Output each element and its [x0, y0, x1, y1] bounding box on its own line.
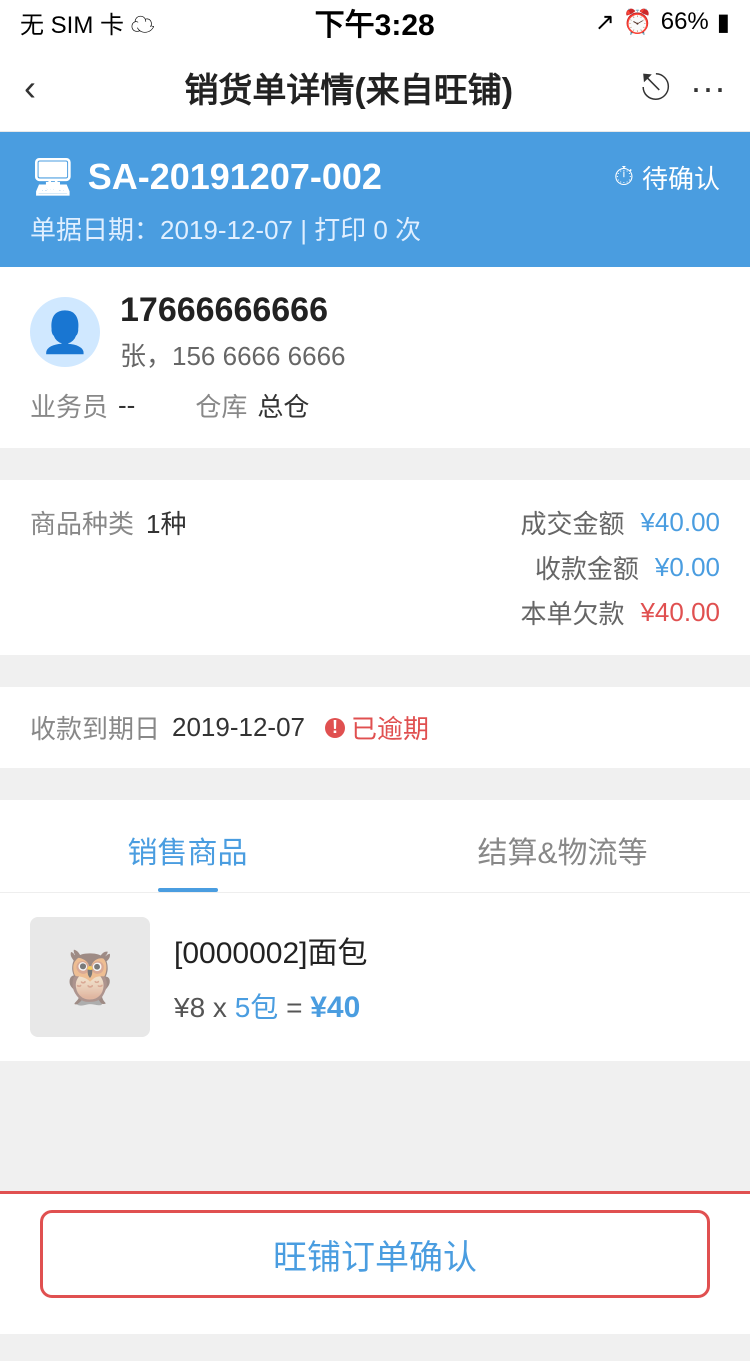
- product-thumbnail: 🦉: [30, 917, 150, 1037]
- product-price: ¥8 x 5包 = ¥40: [174, 986, 720, 1026]
- payment-row: 收款金额 ¥0.00: [535, 549, 720, 586]
- separator-2: [0, 671, 750, 687]
- product-qty: 5包: [235, 992, 279, 1023]
- person-icon: 👤: [40, 309, 90, 356]
- confirm-btn-area: 旺铺订单确认: [0, 1191, 750, 1334]
- staff-label: 业务员: [30, 387, 108, 424]
- debt-amount: ¥40.00: [640, 597, 720, 628]
- separator-3: [0, 784, 750, 800]
- share-icon[interactable]: ⎋: [642, 66, 670, 109]
- transaction-row: 成交金额 ¥40.00: [520, 504, 720, 541]
- nav-bar: ‹ 销货单详情(来自旺铺) ⎋ ···: [0, 44, 750, 132]
- overdue-text: 已逾期: [351, 709, 429, 746]
- stats-right: 成交金额 ¥40.00 收款金额 ¥0.00 本单欠款 ¥40.00: [520, 504, 720, 631]
- order-header: 🖥 SA-20191207-002 ⏱ 待确认 单据日期：2019-12-07 …: [0, 132, 750, 267]
- customer-name: 张，156 6666 6666: [120, 336, 346, 373]
- tabs-section: 销售商品 结算&物流等: [0, 800, 750, 893]
- debt-label: 本单欠款: [520, 594, 624, 631]
- warehouse-label: 仓库: [195, 387, 247, 424]
- alarm-icon: ⏰: [623, 8, 653, 37]
- payment-label: 收款金额: [535, 549, 639, 586]
- warehouse-item: 仓库 总仓: [195, 387, 309, 424]
- status-time: 下午3:28: [315, 0, 435, 44]
- separator-1: [0, 464, 750, 480]
- status-label: 待确认: [642, 159, 720, 196]
- battery-level: 66%: [661, 8, 709, 36]
- due-label: 收款到期日: [30, 709, 160, 746]
- order-id: 🖥 SA-20191207-002: [30, 156, 382, 198]
- status-right: ↗ ⏰ 66% ▮: [595, 8, 730, 37]
- due-section: 收款到期日 2019-12-07 ! 已逾期: [0, 687, 750, 768]
- product-name: [0000002]面包: [174, 928, 720, 972]
- order-icon: 🖥: [30, 156, 76, 198]
- stats-left: 商品种类 1种: [30, 504, 186, 541]
- status-left: 无 SIM 卡 ☁: [20, 5, 155, 40]
- back-button[interactable]: ‹: [24, 67, 56, 109]
- order-id-row: 🖥 SA-20191207-002 ⏱ 待确认: [30, 156, 720, 198]
- tabs-row: 销售商品 结算&物流等: [0, 800, 750, 893]
- clock-icon: ⏱: [614, 161, 634, 193]
- status-bar: 无 SIM 卡 ☁ 下午3:28 ↗ ⏰ 66% ▮: [0, 0, 750, 44]
- order-date: 单据日期：2019-12-07 | 打印 0 次: [30, 210, 720, 247]
- tab-settlement[interactable]: 结算&物流等: [375, 800, 750, 892]
- product-section: 🦉 [0000002]面包 ¥8 x 5包 = ¥40: [0, 893, 750, 1061]
- type-value: 1种: [146, 504, 186, 541]
- order-status: ⏱ 待确认: [614, 159, 720, 196]
- product-total: ¥40: [310, 991, 360, 1024]
- customer-row: 👤 17666666666 张，156 6666 6666: [30, 291, 720, 373]
- type-label: 商品种类: [30, 504, 134, 541]
- staff-item: 业务员 --: [30, 387, 135, 424]
- page-title: 销货单详情(来自旺铺): [56, 63, 642, 112]
- tab-sales[interactable]: 销售商品: [0, 800, 375, 892]
- customer-section: 👤 17666666666 张，156 6666 6666 业务员 -- 仓库 …: [0, 267, 750, 448]
- location-icon: ↗: [595, 8, 615, 37]
- staff-value: --: [118, 390, 135, 421]
- customer-phone: 17666666666: [120, 291, 346, 330]
- payment-amount: ¥0.00: [655, 552, 720, 583]
- nav-actions: ⎋ ···: [642, 66, 726, 109]
- transaction-label: 成交金额: [520, 504, 624, 541]
- debt-row: 本单欠款 ¥40.00: [520, 594, 720, 631]
- product-info: [0000002]面包 ¥8 x 5包 = ¥40: [174, 928, 720, 1026]
- product-thumb-icon: 🦉: [58, 947, 123, 1008]
- overdue-icon: !: [325, 718, 345, 738]
- customer-meta: 业务员 -- 仓库 总仓: [30, 387, 720, 424]
- price-value: ¥8: [174, 992, 205, 1023]
- warehouse-value: 总仓: [257, 387, 309, 424]
- overdue-badge: ! 已逾期: [325, 709, 429, 746]
- sim-status: 无 SIM 卡 ☁: [20, 5, 155, 40]
- stats-section: 商品种类 1种 成交金额 ¥40.00 收款金额 ¥0.00 本单欠款 ¥40.…: [0, 480, 750, 655]
- avatar: 👤: [30, 297, 100, 367]
- confirm-order-button[interactable]: 旺铺订单确认: [40, 1210, 710, 1298]
- more-icon[interactable]: ···: [690, 67, 726, 109]
- customer-info: 17666666666 张，156 6666 6666: [120, 291, 346, 373]
- due-date: 2019-12-07: [172, 712, 305, 743]
- transaction-amount: ¥40.00: [640, 507, 720, 538]
- battery-icon: ▮: [717, 8, 730, 37]
